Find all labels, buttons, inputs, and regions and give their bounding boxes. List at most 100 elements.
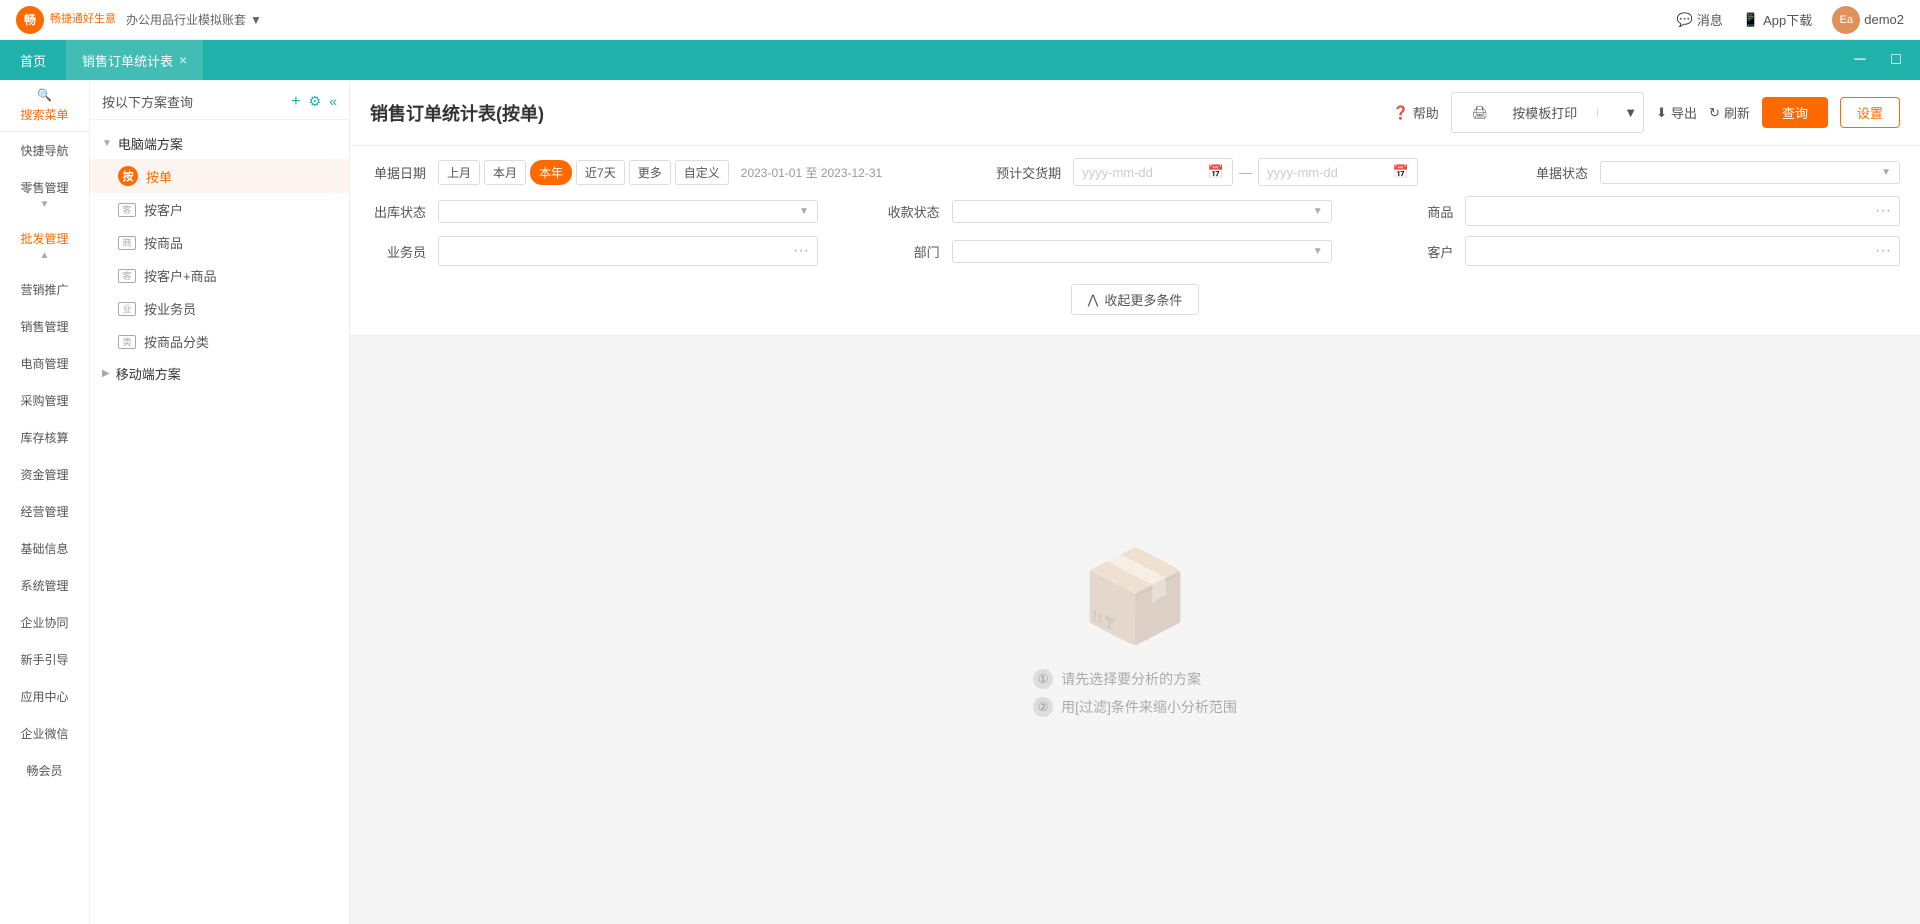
sidebar-item-finance[interactable]: 资金管理 <box>0 456 89 493</box>
refresh-icon: ↻ <box>1709 105 1720 121</box>
customer-dots[interactable]: ··· <box>1875 242 1891 260</box>
sidebar-item-ecommerce[interactable]: 电商管理 <box>0 345 89 382</box>
refresh-btn[interactable]: ↻ 刷新 <box>1709 103 1750 122</box>
sidebar-item-member[interactable]: 畅会员 <box>0 752 89 789</box>
user-area[interactable]: Ea demo2 <box>1832 6 1904 34</box>
settings-button[interactable]: 设置 <box>1840 97 1900 128</box>
out-status-label: 出库状态 <box>370 202 426 221</box>
message-btn[interactable]: 💬 消息 <box>1677 10 1723 29</box>
tab-close-icon[interactable]: × <box>179 52 187 68</box>
collapse-panel-btn[interactable]: « <box>329 93 337 111</box>
empty-num-1: ① <box>1033 669 1053 689</box>
main-layout: 🔍 搜索菜单 快捷导航 零售管理 ▼ 批发管理 ▲ 营销推广 销售管理 电商管理… <box>0 80 1920 924</box>
filter-item-by-salesperson[interactable]: 业 按业务员 <box>90 292 349 325</box>
status-select[interactable]: ▼ <box>1600 161 1900 184</box>
out-status-caret: ▼ <box>799 206 809 217</box>
sidebar-item-purchase[interactable]: 采购管理 <box>0 382 89 419</box>
receipt-caret: ▼ <box>1313 206 1323 217</box>
sidebar-item-marketing[interactable]: 营销推广 <box>0 271 89 308</box>
sidebar-item-retail[interactable]: 零售管理 ▼ <box>0 169 89 220</box>
customer-select[interactable]: ··· <box>1465 236 1900 266</box>
mobile-group-arrow: ▶ <box>102 368 110 379</box>
retail-arrow: ▼ <box>40 199 50 210</box>
date-btn-this-month[interactable]: 本月 <box>484 160 526 185</box>
dept-select[interactable]: ▼ <box>952 240 1332 263</box>
goods-select[interactable]: ··· <box>1465 196 1900 226</box>
message-icon: 💬 <box>1677 12 1693 28</box>
logo-text: 畅捷通好生意 <box>50 13 116 26</box>
pc-group-arrow: ▼ <box>102 138 112 149</box>
goods-label: 商品 <box>1397 202 1453 221</box>
tab-minimize-btn[interactable]: ─ <box>1846 46 1874 74</box>
expected-date-label: 预计交货期 <box>996 163 1061 182</box>
filter-group-mobile-header[interactable]: ▶ 移动端方案 <box>90 358 349 389</box>
add-scheme-btn[interactable]: + <box>291 93 300 111</box>
collapse-btn[interactable]: ⋀ 收起更多条件 <box>1071 284 1200 315</box>
export-btn[interactable]: ⬇ 导出 <box>1656 103 1697 122</box>
filter-row-3: 业务员 ··· 部门 ▼ 客户 ··· <box>370 236 1900 266</box>
date-btn-last-month[interactable]: 上月 <box>438 160 480 185</box>
tab-active[interactable]: 销售订单统计表 × <box>66 40 203 80</box>
receipt-status-select[interactable]: ▼ <box>952 200 1332 223</box>
salesperson-label: 业务员 <box>370 242 426 261</box>
filter-tree: ▼ 电脑端方案 按 按单 客 按客户 商 按商品 <box>90 120 349 397</box>
expected-date-end[interactable]: yyyy-mm-dd 📅 <box>1258 158 1418 186</box>
sidebar-search[interactable]: 🔍 搜索菜单 <box>0 80 89 132</box>
empty-text: ① 请先选择要分析的方案 ② 用[过滤]条件来缩小分析范围 <box>1033 669 1237 717</box>
sidebar-item-wechat[interactable]: 企业微信 <box>0 715 89 752</box>
sidebar-item-appcenter[interactable]: 应用中心 <box>0 678 89 715</box>
help-btn[interactable]: ❓ 帮助 <box>1393 103 1439 122</box>
left-panel: 按以下方案查询 + ⚙ « ▼ 电脑端方案 按 按单 <box>90 80 350 924</box>
filter-item-by-cust-goods[interactable]: 客 按客户+商品 <box>90 259 349 292</box>
date-buttons: 上月 本月 本年 近7天 更多 自定义 <box>438 160 729 185</box>
empty-state: 📦 ① 请先选择要分析的方案 ② 用[过滤]条件来缩小分析范围 <box>350 336 1920 924</box>
salesperson-dots[interactable]: ··· <box>793 242 809 260</box>
print-btn[interactable]: 🖨 按模板打印 <box>1452 93 1598 132</box>
date-btn-7days[interactable]: 近7天 <box>576 160 625 185</box>
customer-label: 客户 <box>1397 242 1453 261</box>
filter-item-by-customer[interactable]: 客 按客户 <box>90 193 349 226</box>
sidebar-item-inventory[interactable]: 库存核算 <box>0 419 89 456</box>
right-main: 销售订单统计表(按单) ❓ 帮助 🖨 按模板打印 ▼ <box>350 80 1920 924</box>
search-icon: 🔍 <box>37 88 52 102</box>
filter-item-by-goods[interactable]: 商 按商品 <box>90 226 349 259</box>
sidebar-item-wholesale[interactable]: 批发管理 ▲ <box>0 220 89 271</box>
empty-illustration: 📦 <box>1079 544 1191 649</box>
filter-item-by-category[interactable]: 类 按商品分类 <box>90 325 349 358</box>
date-range-display: 2023-01-01 至 2023-12-31 <box>741 164 882 181</box>
tab-home[interactable]: 首页 <box>0 40 66 80</box>
workspace-selector[interactable]: 办公用品行业模拟账套 ▼ <box>126 11 262 28</box>
empty-num-2: ② <box>1033 697 1053 717</box>
collapse-icon: ⋀ <box>1088 292 1099 308</box>
date-btn-this-year[interactable]: 本年 <box>530 160 572 185</box>
salesperson-select[interactable]: ··· <box>438 236 818 266</box>
filter-group-mobile: ▶ 移动端方案 <box>90 358 349 389</box>
top-bar: 畅 畅捷通好生意 办公用品行业模拟账套 ▼ 💬 消息 📱 App下载 Ea de… <box>0 0 1920 40</box>
date-btn-more[interactable]: 更多 <box>629 160 671 185</box>
sidebar-item-quick-nav[interactable]: 快捷导航 <box>0 132 89 169</box>
logo-area: 畅 畅捷通好生意 <box>16 6 116 34</box>
sidebar-item-newbie[interactable]: 新手引导 <box>0 641 89 678</box>
filter-group-pc-header[interactable]: ▼ 电脑端方案 <box>90 128 349 159</box>
left-panel-header: 按以下方案查询 + ⚙ « <box>90 92 349 120</box>
sidebar-item-sales[interactable]: 销售管理 <box>0 308 89 345</box>
goods-dots[interactable]: ··· <box>1875 202 1891 220</box>
date-separator: — <box>1239 165 1252 180</box>
page-header-actions: ❓ 帮助 🖨 按模板打印 ▼ ⬇ 导出 <box>1393 92 1900 145</box>
expected-date-start[interactable]: yyyy-mm-dd 📅 <box>1073 158 1233 186</box>
settings-scheme-btn[interactable]: ⚙ <box>309 93 322 111</box>
receipt-status-label: 收款状态 <box>884 202 940 221</box>
filter-item-by-order[interactable]: 按 按单 <box>90 159 349 193</box>
query-button[interactable]: 查询 <box>1762 97 1828 128</box>
date-btn-custom[interactable]: 自定义 <box>675 160 729 185</box>
app-download-btn[interactable]: 📱 App下载 <box>1743 10 1812 29</box>
sidebar-item-basic[interactable]: 基础信息 <box>0 530 89 567</box>
sidebar-item-collab[interactable]: 企业协同 <box>0 604 89 641</box>
print-dropdown-btn[interactable]: ▼ <box>1618 100 1643 125</box>
tab-maximize-btn[interactable]: □ <box>1882 46 1910 74</box>
date-label: 单据日期 <box>370 163 426 182</box>
sidebar-item-system[interactable]: 系统管理 <box>0 567 89 604</box>
out-status-select[interactable]: ▼ <box>438 200 818 223</box>
help-icon: ❓ <box>1393 105 1409 121</box>
sidebar-item-operation[interactable]: 经营管理 <box>0 493 89 530</box>
